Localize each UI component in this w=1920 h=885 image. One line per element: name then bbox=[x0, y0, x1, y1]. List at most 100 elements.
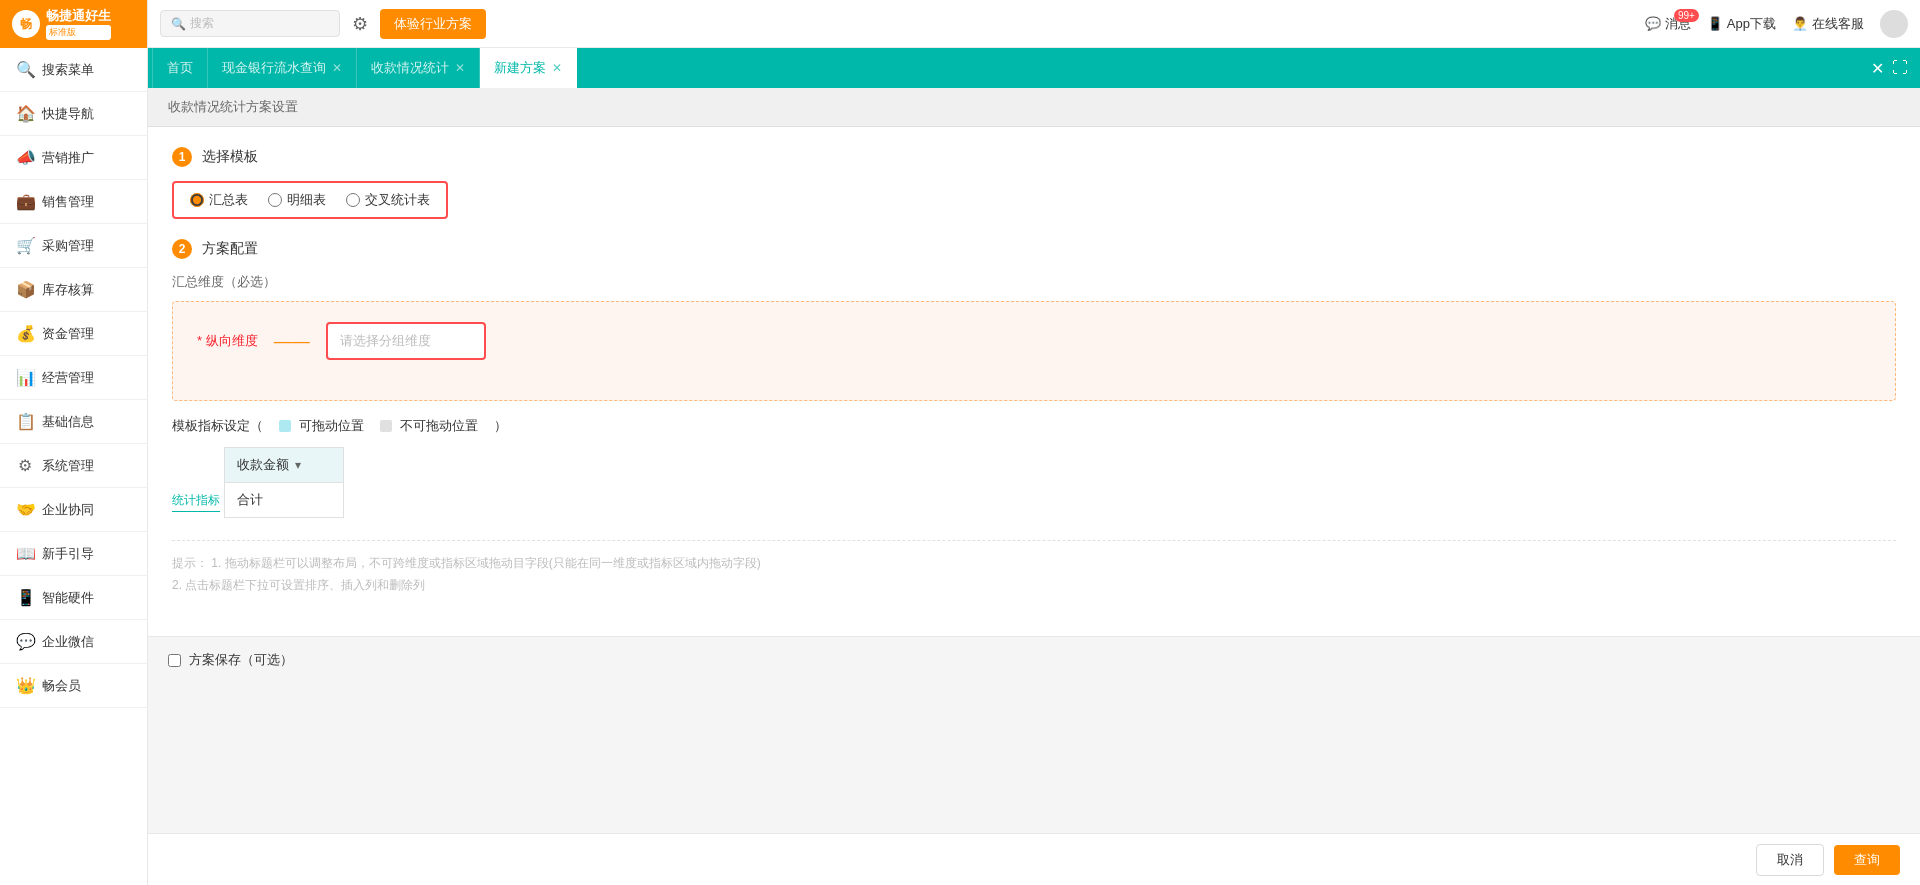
step2-title: 方案配置 bbox=[202, 240, 258, 258]
sidebar-item-label: 采购管理 bbox=[42, 237, 94, 255]
tab-new-plan[interactable]: 新建方案 ✕ bbox=[480, 48, 577, 88]
system-icon: ⚙ bbox=[16, 456, 34, 475]
tab-home-label: 首页 bbox=[167, 59, 193, 77]
logo-icon: 畅 bbox=[12, 10, 40, 38]
online-service-btn[interactable]: 👨‍💼 在线客服 bbox=[1792, 15, 1864, 33]
save-plan-checkbox[interactable] bbox=[168, 654, 181, 667]
sidebar-item-label: 企业协同 bbox=[42, 501, 94, 519]
topbar-right: 💬 消息 99+ 📱 App下载 👨‍💼 在线客服 bbox=[1645, 10, 1908, 38]
industry-solution-button[interactable]: 体验行业方案 bbox=[380, 9, 486, 39]
main-content: 🔍 搜索 ⚙ 体验行业方案 💬 消息 99+ 📱 App下载 👨‍💼 在线客服 bbox=[148, 0, 1920, 885]
radio-cross-input[interactable] bbox=[346, 193, 360, 207]
cancel-button[interactable]: 取消 bbox=[1756, 844, 1824, 876]
step2-num: 2 bbox=[172, 239, 192, 259]
tab-bank-flow-label: 现金银行流水查询 bbox=[222, 59, 326, 77]
sidebar-item-inventory[interactable]: 📦 库存核算 bbox=[0, 268, 147, 312]
sidebar-item-label: 畅会员 bbox=[42, 677, 81, 695]
search-box[interactable]: 🔍 搜索 bbox=[160, 10, 340, 37]
fixed-label: 不可拖动位置 bbox=[400, 417, 478, 435]
operations-icon: 📊 bbox=[16, 368, 34, 387]
step1-header: 1 选择模板 bbox=[172, 147, 1896, 167]
tab-bank-flow-close-icon[interactable]: ✕ bbox=[332, 61, 342, 75]
sidebar-nav: 🔍 搜索菜单 🏠 快捷导航 📣 营销推广 💼 销售管理 🛒 采购管理 📦 库存核… bbox=[0, 48, 147, 885]
page-header: 收款情况统计方案设置 bbox=[148, 88, 1920, 127]
query-button[interactable]: 查询 bbox=[1834, 845, 1900, 875]
legend-draggable: 可拖动位置 bbox=[279, 417, 364, 435]
sidebar-item-wechat[interactable]: 💬 企业微信 bbox=[0, 620, 147, 664]
sidebar-item-enterprise[interactable]: 🤝 企业协同 bbox=[0, 488, 147, 532]
logo-badge: 标准版 bbox=[46, 25, 111, 40]
radio-cross[interactable]: 交叉统计表 bbox=[346, 191, 430, 209]
purchase-icon: 🛒 bbox=[16, 236, 34, 255]
hardware-icon: 📱 bbox=[16, 588, 34, 607]
tab-bar: 首页 现金银行流水查询 ✕ 收款情况统计 ✕ 新建方案 ✕ ✕ ⛶ bbox=[148, 48, 1920, 88]
sidebar-item-finance[interactable]: 💰 资金管理 bbox=[0, 312, 147, 356]
sidebar-item-label: 快捷导航 bbox=[42, 105, 94, 123]
sidebar-item-system[interactable]: ⚙ 系统管理 bbox=[0, 444, 147, 488]
radio-detail-input[interactable] bbox=[268, 193, 282, 207]
sidebar-item-operations[interactable]: 📊 经营管理 bbox=[0, 356, 147, 400]
tab-collection-stats-label: 收款情况统计 bbox=[371, 59, 449, 77]
finance-icon: 💰 bbox=[16, 324, 34, 343]
radio-summary[interactable]: 汇总表 bbox=[190, 191, 248, 209]
metrics-header-label: 模板指标设定（ bbox=[172, 417, 263, 435]
message-badge: 99+ bbox=[1674, 9, 1699, 22]
legend-fixed: 不可拖动位置 bbox=[380, 417, 478, 435]
search-placeholder: 搜索 bbox=[190, 15, 214, 32]
footer-section: 方案保存（可选） bbox=[148, 636, 1920, 683]
sidebar-item-label: 营销推广 bbox=[42, 149, 94, 167]
sidebar-item-label: 搜索菜单 bbox=[42, 61, 94, 79]
sidebar-item-sales[interactable]: 💼 销售管理 bbox=[0, 180, 147, 224]
topbar: 🔍 搜索 ⚙ 体验行业方案 💬 消息 99+ 📱 App下载 👨‍💼 在线客服 bbox=[148, 0, 1920, 48]
hint-section: 提示： 1. 拖动标题栏可以调整布局，不可跨维度或指标区域拖动目字段(只能在同一… bbox=[172, 540, 1896, 596]
tab-bank-flow[interactable]: 现金银行流水查询 ✕ bbox=[208, 48, 357, 88]
sidebar-item-guide[interactable]: 📖 新手引导 bbox=[0, 532, 147, 576]
tab-collection-stats[interactable]: 收款情况统计 ✕ bbox=[357, 48, 480, 88]
step1-title: 选择模板 bbox=[202, 148, 258, 166]
page-body: 收款情况统计方案设置 1 选择模板 汇总表 明细表 bbox=[148, 88, 1920, 885]
sidebar-item-label: 库存核算 bbox=[42, 281, 94, 299]
config-sub-title: 汇总维度（必选） bbox=[172, 273, 1896, 291]
draggable-label: 可拖动位置 bbox=[299, 417, 364, 435]
logo-text: 畅捷通好生 bbox=[46, 8, 111, 24]
dimension-select[interactable]: 请选择分组维度 bbox=[326, 322, 486, 360]
sidebar-item-member[interactable]: 👑 畅会员 bbox=[0, 664, 147, 708]
tab-collection-stats-close-icon[interactable]: ✕ bbox=[455, 61, 465, 75]
sidebar-item-label: 销售管理 bbox=[42, 193, 94, 211]
step1-num: 1 bbox=[172, 147, 192, 167]
metrics-row-text: 合计 bbox=[237, 492, 263, 507]
radio-cross-label: 交叉统计表 bbox=[365, 191, 430, 209]
tab-new-plan-close-icon[interactable]: ✕ bbox=[552, 61, 562, 75]
hint-line-1: 提示： 1. 拖动标题栏可以调整布局，不可跨维度或指标区域拖动目字段(只能在同一… bbox=[172, 553, 1896, 575]
chevron-down-icon: ▾ bbox=[295, 458, 301, 472]
tab-home[interactable]: 首页 bbox=[152, 48, 208, 88]
sidebar-item-marketing[interactable]: 📣 营销推广 bbox=[0, 136, 147, 180]
metrics-header-end: ） bbox=[494, 417, 507, 435]
sidebar-item-quicknav[interactable]: 🏠 快捷导航 bbox=[0, 92, 147, 136]
radio-summary-input[interactable] bbox=[190, 193, 204, 207]
sidebar-item-label: 资金管理 bbox=[42, 325, 94, 343]
tab-new-plan-label: 新建方案 bbox=[494, 59, 546, 77]
message-btn[interactable]: 💬 消息 99+ bbox=[1645, 15, 1691, 33]
sidebar-logo: 畅 畅捷通好生 标准版 bbox=[0, 0, 147, 48]
settings-icon[interactable]: ⚙ bbox=[352, 13, 368, 35]
dimension-row: * 纵向维度 —— 请选择分组维度 bbox=[197, 322, 1871, 360]
app-download-btn[interactable]: 📱 App下载 bbox=[1707, 15, 1776, 33]
fixed-dot bbox=[380, 420, 392, 432]
sidebar-item-label: 系统管理 bbox=[42, 457, 94, 475]
radio-detail[interactable]: 明细表 bbox=[268, 191, 326, 209]
step2-header: 2 方案配置 bbox=[172, 239, 1896, 259]
sidebar-item-hardware[interactable]: 📱 智能硬件 bbox=[0, 576, 147, 620]
sidebar-item-search[interactable]: 🔍 搜索菜单 bbox=[0, 48, 147, 92]
tab-maximize-icon[interactable]: ⛶ bbox=[1892, 59, 1908, 78]
metrics-table-row: 合计 bbox=[225, 483, 343, 517]
online-service-label: 在线客服 bbox=[1812, 15, 1864, 33]
sidebar-item-purchase[interactable]: 🛒 采购管理 bbox=[0, 224, 147, 268]
tabbar-actions: ✕ ⛶ bbox=[1871, 59, 1916, 78]
tab-close-all-icon[interactable]: ✕ bbox=[1871, 59, 1884, 78]
sidebar: 畅 畅捷通好生 标准版 🔍 搜索菜单 🏠 快捷导航 📣 营销推广 💼 销售管理 … bbox=[0, 0, 148, 885]
template-radio-group: 汇总表 明细表 交叉统计表 bbox=[172, 181, 448, 219]
metrics-table-header[interactable]: 收款金额 ▾ bbox=[225, 448, 343, 483]
sidebar-item-basic-info[interactable]: 📋 基础信息 bbox=[0, 400, 147, 444]
user-avatar[interactable] bbox=[1880, 10, 1908, 38]
